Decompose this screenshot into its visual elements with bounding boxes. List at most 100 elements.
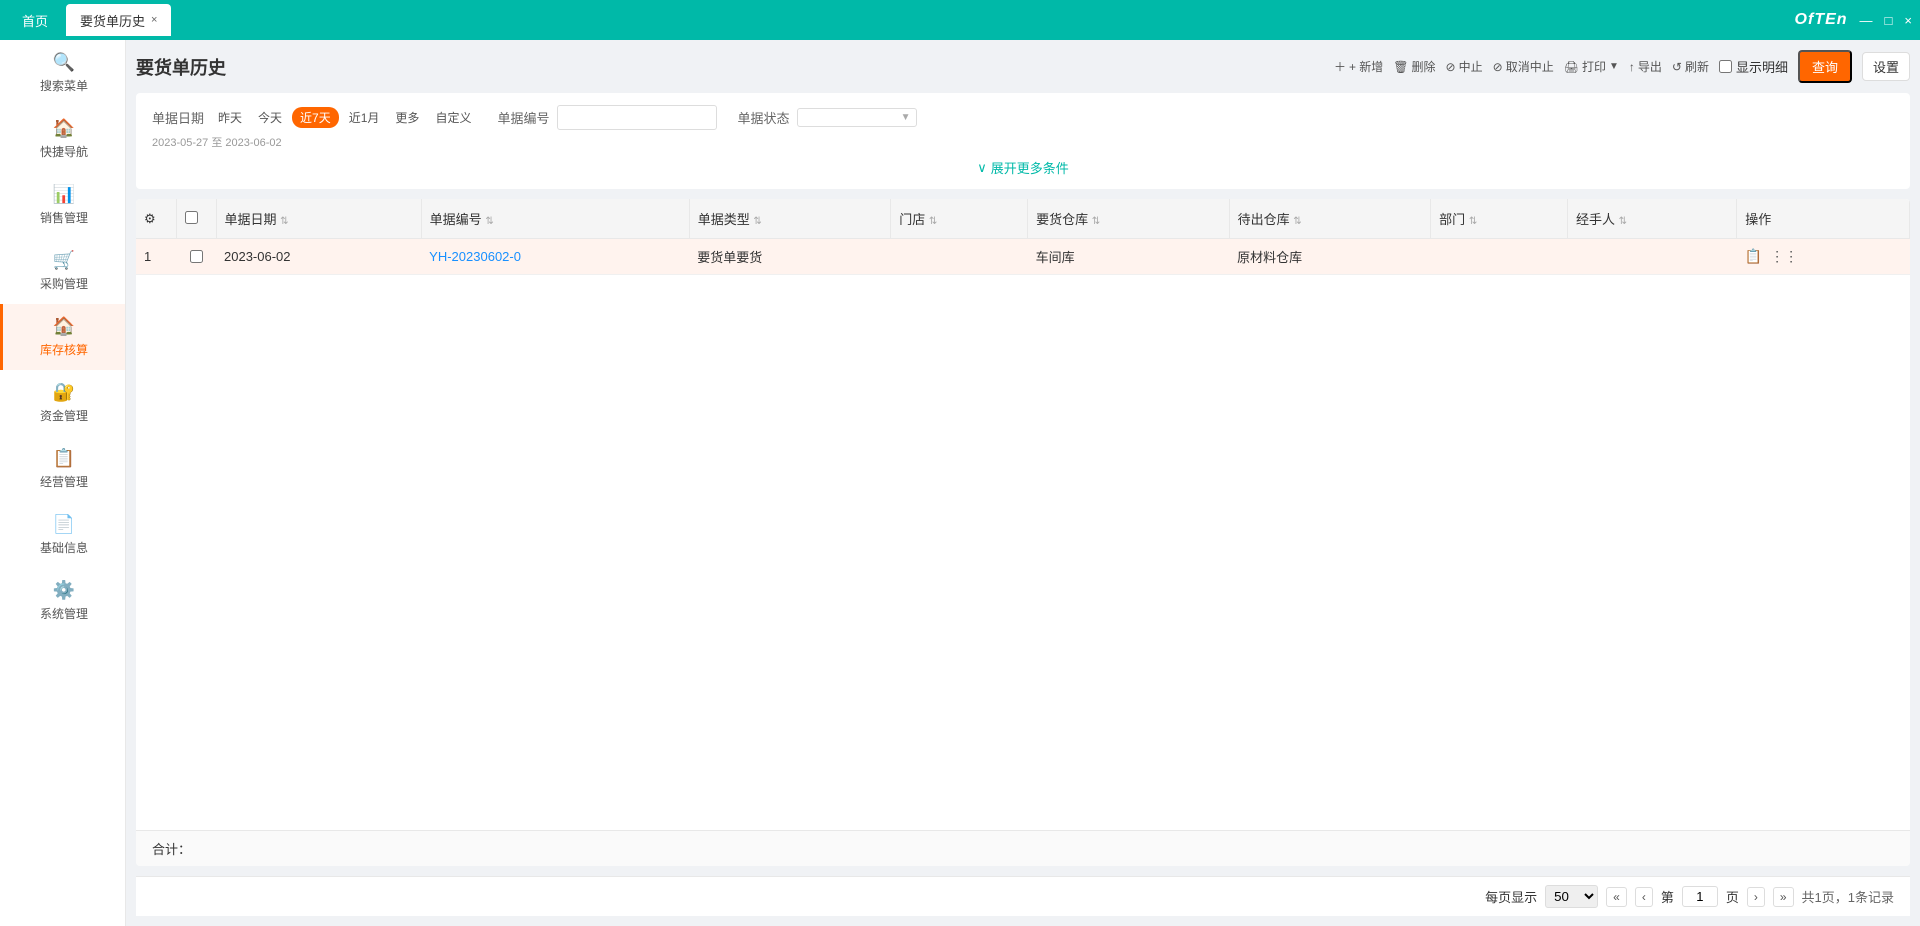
sidebar-item-search-menu[interactable]: 🔍 搜索菜单 [0,40,125,106]
row-date: 2023-06-02 [216,239,421,275]
col-req-warehouse[interactable]: 要货仓库 ⇅ [1028,199,1230,239]
refresh-button[interactable]: ↺ 刷新 [1672,58,1709,75]
minimize-btn[interactable]: — [1860,13,1873,28]
row-edit-icon[interactable]: 📋 [1745,248,1762,265]
order-no-input[interactable] [557,105,717,130]
date-btn-more[interactable]: 更多 [389,107,425,128]
status-select[interactable]: ▼ [797,108,917,127]
row-checkbox-cell [176,239,216,275]
prev-page-btn[interactable]: ‹ [1635,887,1653,907]
sidebar-item-quick-label: 快捷导航 [40,143,88,160]
col-dept-label: 部门 [1439,212,1465,227]
table-body: 1 2023-06-02 YH-20230602-0 要货单要货 车间库 原材料… [136,239,1910,275]
tab-home[interactable]: 首页 [8,4,62,36]
page-prefix: 第 [1661,887,1674,906]
col-handler-label: 经手人 [1576,212,1615,227]
col-no[interactable]: 单据编号 ⇅ [421,199,689,239]
row-req-warehouse: 车间库 [1028,239,1230,275]
col-no-label: 单据编号 [430,212,482,227]
close-btn[interactable]: × [1904,13,1912,28]
settings-button[interactable]: 设置 [1862,52,1910,81]
date-btn-1month[interactable]: 近1月 [343,107,386,128]
table-footer: 合计： [136,830,1910,866]
tab-close-icon[interactable]: × [151,14,157,26]
select-all-checkbox[interactable] [185,211,198,224]
export-label: 导出 [1638,58,1662,75]
filter-row: 单据日期 昨天 今天 近7天 近1月 更多 自定义 单据编号 [152,105,1894,130]
date-shortcuts: 昨天 今天 近7天 近1月 更多 自定义 [212,107,477,128]
page-number-input[interactable] [1682,886,1718,907]
page-title: 要货单历史 [136,54,226,80]
sort-store-icon: ⇅ [929,216,937,227]
sort-no-icon: ⇅ [485,216,493,227]
sidebar-item-quick-nav[interactable]: 🏠 快捷导航 [0,106,125,172]
pagination-info: 共1页，1条记录 [1802,887,1894,906]
data-table: ⚙ 单据日期 ⇅ 单据编号 ⇅ 单据类型 ⇅ 门店 ⇅ 要货仓库 ⇅ 待出仓库 … [136,199,1910,275]
delete-icon: 🗑 [1393,60,1408,74]
col-date[interactable]: 单据日期 ⇅ [216,199,421,239]
tab-order-history-label: 要货单历史 [80,11,145,30]
sidebar-item-operations[interactable]: 📋 经营管理 [0,436,125,502]
tab-home-label: 首页 [22,11,48,30]
export-icon: ↑ [1629,60,1635,74]
toolbar: ＋ + 新增 🗑 删除 ⊘ 中止 ⊘ 取消中止 🖨 打印 [1334,50,1910,83]
first-page-btn[interactable]: « [1606,887,1627,907]
col-store[interactable]: 门店 ⇅ [891,199,1028,239]
status-dropdown-icon: ▼ [901,112,911,123]
sidebar-item-inventory[interactable]: 🏠 库存核算 [0,304,125,370]
inventory-icon: 🏠 [53,316,75,337]
date-btn-today[interactable]: 今天 [252,107,288,128]
sidebar-item-sales[interactable]: 📊 销售管理 [0,172,125,238]
operations-icon: 📋 [53,448,75,469]
date-btn-7days[interactable]: 近7天 [292,107,339,128]
row-pending-warehouse: 原材料仓库 [1229,239,1431,275]
date-range-text: 2023-05-27 至 2023-06-02 [152,137,282,149]
row-checkbox[interactable] [190,250,203,263]
suspend-button[interactable]: ⊘ 中止 [1446,58,1483,75]
sidebar-item-system[interactable]: ⚙️ 系统管理 [0,568,125,634]
col-department[interactable]: 部门 ⇅ [1431,199,1568,239]
status-filter-group: 单据状态 ▼ [737,108,917,127]
col-store-label: 门店 [899,212,925,227]
date-btn-custom[interactable]: 自定义 [429,107,477,128]
unsuspend-button[interactable]: ⊘ 取消中止 [1493,58,1554,75]
sidebar-item-search-label: 搜索菜单 [40,77,88,94]
col-gear[interactable]: ⚙ [136,199,176,239]
last-page-btn[interactable]: » [1773,887,1794,907]
row-department [1431,239,1568,275]
sidebar-item-purchase[interactable]: 🛒 采购管理 [0,238,125,304]
expand-more-btn[interactable]: ∨ 展开更多条件 [152,158,1894,177]
sidebar-item-sales-label: 销售管理 [40,209,88,226]
sidebar-item-finance[interactable]: 🔐 资金管理 [0,370,125,436]
col-handler[interactable]: 经手人 ⇅ [1568,199,1737,239]
query-button[interactable]: 查询 [1798,50,1852,83]
display-detail-checkbox[interactable] [1719,60,1732,73]
row-store [891,239,1028,275]
sidebar: 🔍 搜索菜单 🏠 快捷导航 📊 销售管理 🛒 采购管理 🏠 库存核算 🔐 资金管… [0,40,126,926]
sidebar-item-finance-label: 资金管理 [40,407,88,424]
query-label: 查询 [1812,57,1838,76]
footer-total-label: 合计： [152,842,191,857]
status-label: 单据状态 [737,108,789,127]
date-btn-yesterday[interactable]: 昨天 [212,107,248,128]
maximize-btn[interactable]: □ [1885,13,1893,28]
expand-chevron-icon: ∨ [977,160,987,176]
per-page-select[interactable]: 50 100 [1545,885,1598,908]
row-detail-icon[interactable]: ⋮⋮ [1770,248,1798,265]
tab-order-history[interactable]: 要货单历史 × [66,4,171,36]
next-page-btn[interactable]: › [1747,887,1765,907]
print-button[interactable]: 🖨 打印 ▼ [1564,58,1619,75]
delete-button[interactable]: 🗑 删除 [1393,58,1435,75]
settings-label: 设置 [1873,57,1899,76]
export-button[interactable]: ↑ 导出 [1629,58,1662,75]
display-detail-toggle[interactable]: 显示明细 [1719,57,1788,76]
sidebar-item-basic-info[interactable]: 📄 基础信息 [0,502,125,568]
col-type[interactable]: 单据类型 ⇅ [689,199,891,239]
col-checkbox [176,199,216,239]
filter-area: 单据日期 昨天 今天 近7天 近1月 更多 自定义 单据编号 [136,93,1910,189]
print-icon: 🖨 [1564,60,1579,74]
row-no-link[interactable]: YH-20230602-0 [429,249,521,264]
brand-label: OfTEn [1795,11,1848,29]
col-pending-warehouse[interactable]: 待出仓库 ⇅ [1229,199,1431,239]
new-button[interactable]: ＋ + 新增 [1334,58,1383,75]
